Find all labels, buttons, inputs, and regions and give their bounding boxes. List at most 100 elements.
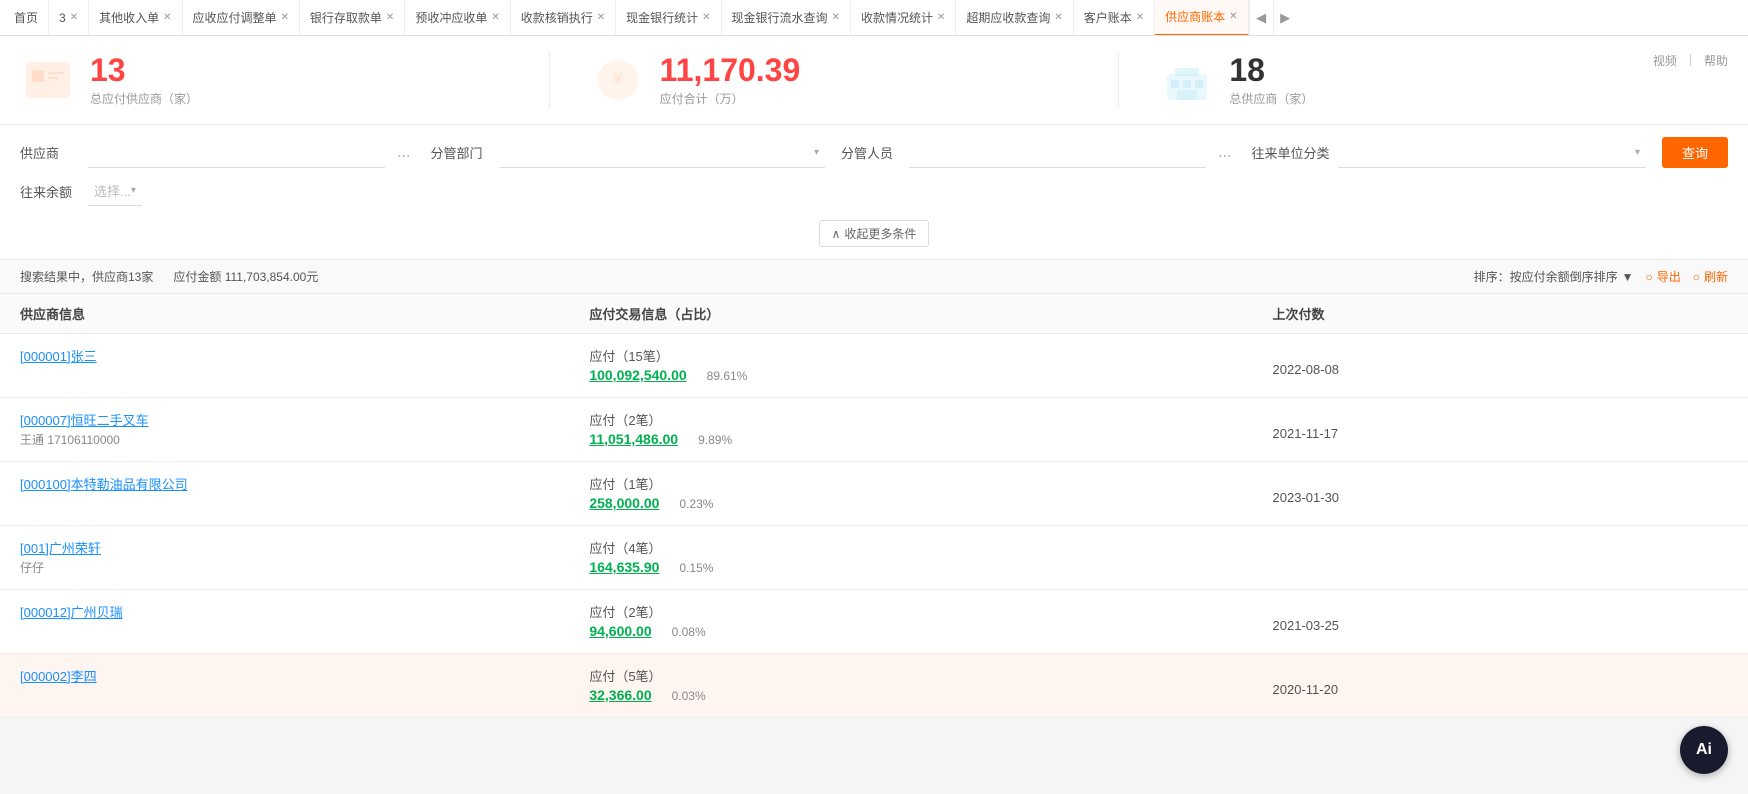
collapse-button[interactable]: ∧ 收起更多条件: [819, 220, 930, 247]
supplier-link-2[interactable]: [000100]本特勒油品有限公司: [20, 474, 589, 493]
close-icon[interactable]: ✕: [1229, 11, 1237, 22]
close-icon[interactable]: ✕: [937, 12, 945, 23]
supplier-link-3[interactable]: [001]广州荣轩: [20, 538, 589, 557]
payable-amount-2[interactable]: 258,000.00: [589, 495, 659, 511]
filter-supplier: 供应商 ...: [20, 138, 415, 168]
sort-label: 排序：按应付余额倒序排序: [1474, 268, 1618, 285]
payable-amount-0[interactable]: 100,092,540.00: [589, 367, 686, 383]
payable-count-0: 应付（15笔）: [589, 346, 1272, 365]
person-input[interactable]: [909, 138, 1206, 168]
payable-amount-5[interactable]: 32,366.00: [589, 687, 651, 703]
close-icon[interactable]: ✕: [281, 12, 289, 23]
supplier-link-1[interactable]: [000007]恒旺二手叉车: [20, 410, 589, 429]
close-icon[interactable]: ✕: [597, 12, 605, 23]
card1-number: 13: [90, 54, 198, 86]
home-tab-label: 首页: [14, 9, 38, 26]
close-icon[interactable]: ✕: [70, 12, 78, 23]
nav-tab-customer-ledger[interactable]: 客户账本 ✕: [1074, 0, 1155, 36]
last-pay-5: 2020-11-20: [1273, 666, 1728, 697]
payable-info-0: 应付（15笔） 100,092,540.00 89.61%: [589, 346, 1272, 383]
category-chevron-down-icon: ▾: [1635, 147, 1640, 158]
person-dots-icon[interactable]: ...: [1214, 144, 1235, 162]
payable-info-2: 应付（1笔） 258,000.00 0.23%: [589, 474, 1272, 511]
close-icon[interactable]: ✕: [491, 12, 499, 23]
nav-tab-other-income[interactable]: 其他收入单 ✕: [89, 0, 182, 36]
close-icon[interactable]: ✕: [1136, 12, 1144, 23]
supplier-link-5[interactable]: [000002]李四: [20, 666, 589, 685]
export-icon: ○: [1645, 270, 1652, 284]
nav-tab-bank-deposit[interactable]: 银行存取款单 ✕: [300, 0, 405, 36]
summary-area: 13 总应付供应商（家） ¥ 11,170.39 应付合计（万）: [0, 36, 1748, 125]
help-link[interactable]: 帮助: [1704, 52, 1728, 69]
nav-tab-3[interactable]: 3 ✕: [49, 0, 89, 36]
ai-button[interactable]: Ai: [1680, 726, 1728, 774]
ai-label: Ai: [1696, 741, 1712, 759]
search-button[interactable]: 查询: [1662, 137, 1728, 168]
supplier-info-3: [001]广州荣轩 仔仔: [20, 538, 589, 576]
payable-amount-3[interactable]: 164,635.90: [589, 559, 659, 575]
nav-tab-cash-bank-stat[interactable]: 现金银行统计 ✕: [616, 0, 721, 36]
nav-tab-supplier-ledger[interactable]: 供应商账本 ✕: [1155, 0, 1248, 36]
close-icon[interactable]: ✕: [1054, 12, 1062, 23]
nav-tab-collection-stat[interactable]: 收款情况统计 ✕: [851, 0, 956, 36]
nav-tab-overdue-ar[interactable]: 超期应收款查询 ✕: [956, 0, 1073, 36]
prepay-ar-label: 预收冲应收单: [415, 9, 487, 26]
collection-stat-label: 收款情况统计: [861, 9, 933, 26]
video-link[interactable]: 视频: [1653, 52, 1677, 69]
category-select[interactable]: ▾: [1338, 138, 1646, 168]
nav-next-button[interactable]: ▶: [1273, 0, 1297, 36]
last-pay-date-2: 2023-01-30: [1273, 474, 1728, 505]
payable-percent-4: 0.08%: [672, 625, 706, 639]
nav-tab-prepay-ar[interactable]: 预收冲应收单 ✕: [405, 0, 510, 36]
payable-count-3: 应付（4笔）: [589, 538, 1272, 557]
payable-info-4: 应付（2笔） 94,600.00 0.08%: [589, 602, 1272, 639]
last-pay-date-5: 2020-11-20: [1273, 666, 1728, 697]
other-income-label: 其他收入单: [99, 9, 159, 26]
refresh-button[interactable]: ○ 刷新: [1693, 268, 1728, 285]
ar-ap-adjust-label: 应收应付调整单: [193, 9, 277, 26]
supplier-dots-icon[interactable]: ...: [393, 144, 414, 162]
close-icon[interactable]: ✕: [163, 12, 171, 23]
refresh-icon: ○: [1693, 270, 1700, 284]
nav-tab-ar-ap-adjust[interactable]: 应收应付调整单 ✕: [183, 0, 300, 36]
summary-card-payable-total: ¥ 11,170.39 应付合计（万）: [590, 52, 1120, 108]
sort-select[interactable]: 排序：按应付余额倒序排序 ▼: [1474, 268, 1634, 285]
supplier-link-4[interactable]: [000012]广州贝瑞: [20, 602, 589, 621]
payable-row-0: 100,092,540.00 89.61%: [589, 367, 1272, 383]
category-filter-label: 往来单位分类: [1252, 143, 1330, 162]
card3-label: 总供应商（家）: [1229, 90, 1313, 107]
filter-row-2: 往来余额 选择... ▾: [20, 176, 1728, 206]
nav-tab-home[interactable]: 首页: [4, 0, 49, 36]
col-header-supplier: 供应商信息: [20, 304, 589, 323]
export-button[interactable]: ○ 导出: [1645, 268, 1680, 285]
close-icon[interactable]: ✕: [832, 12, 840, 23]
col-header-payable: 应付交易信息（占比）: [589, 304, 1272, 323]
payable-amount-1[interactable]: 11,051,486.00: [589, 431, 678, 447]
balance-select[interactable]: 选择... ▾: [88, 176, 142, 206]
payable-row-3: 164,635.90 0.15%: [589, 559, 1272, 575]
sort-arrow-icon: ▼: [1622, 270, 1634, 284]
payable-info-1: 应付（2笔） 11,051,486.00 9.89%: [589, 410, 1272, 447]
filter-person: 分管人员 ...: [841, 138, 1236, 168]
last-pay-3: [1273, 538, 1728, 554]
balance-select-text: 选择...: [94, 181, 131, 200]
dept-select[interactable]: ▾: [499, 138, 826, 168]
collapse-icon: ∧: [832, 227, 841, 241]
nav-prev-button[interactable]: ◀: [1249, 0, 1273, 36]
dept-chevron-down-icon: ▾: [814, 147, 819, 158]
table-row: [000002]李四 应付（5笔） 32,366.00 0.03% 2020-1…: [0, 654, 1748, 718]
payable-amount-4[interactable]: 94,600.00: [589, 623, 651, 639]
supplier-link-0[interactable]: [000001]张三: [20, 346, 589, 365]
card3-content: 18 总供应商（家）: [1229, 54, 1313, 107]
close-icon[interactable]: ✕: [702, 12, 710, 23]
table-row: [000012]广州贝瑞 应付（2笔） 94,600.00 0.08% 2021…: [0, 590, 1748, 654]
balance-filter-label: 往来余额: [20, 182, 80, 201]
payable-info-3: 应付（4笔） 164,635.90 0.15%: [589, 538, 1272, 575]
close-icon[interactable]: ✕: [386, 12, 394, 23]
nav-tab-cash-bank-flow[interactable]: 现金银行流水查询 ✕: [722, 0, 851, 36]
nav-tab-collection-verify[interactable]: 收款核销执行 ✕: [511, 0, 616, 36]
payable-count-2: 应付（1笔）: [589, 474, 1272, 493]
overdue-ar-label: 超期应收款查询: [966, 9, 1050, 26]
supplier-input[interactable]: [88, 138, 385, 168]
results-supplier-count: 搜索结果中，供应商13家: [20, 268, 153, 285]
